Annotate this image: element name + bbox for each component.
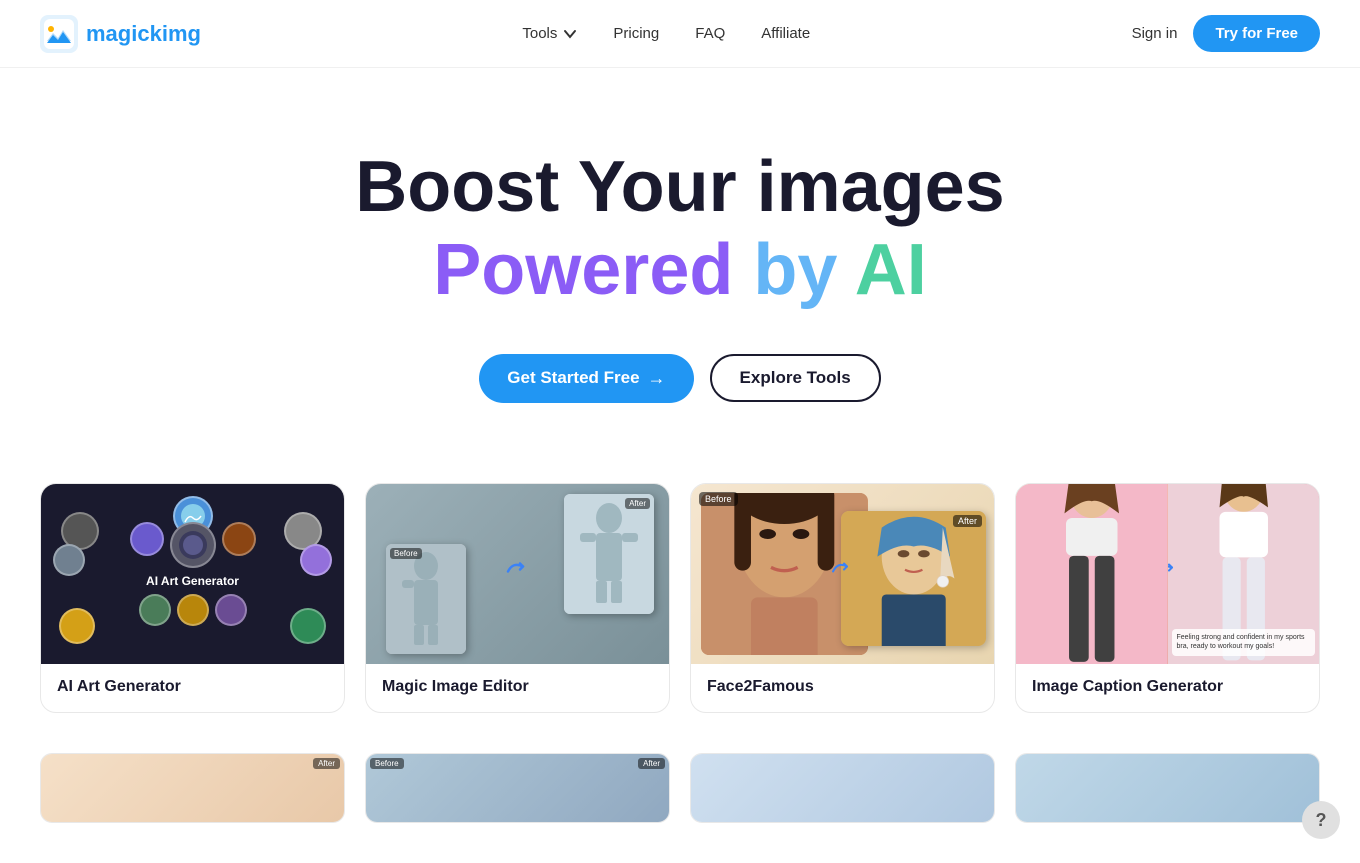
logo-text: magickimg bbox=[86, 21, 201, 47]
tool-card-caption-label: Image Caption Generator bbox=[1016, 664, 1319, 712]
bottom-card-2[interactable]: Before After bbox=[365, 753, 670, 823]
explore-tools-button[interactable]: Explore Tools bbox=[710, 354, 881, 402]
get-started-button[interactable]: Get Started Free → bbox=[479, 354, 693, 403]
hero-powered: Powered bbox=[433, 230, 733, 310]
tool-card-caption-image: Feeling strong and confident in my sport… bbox=[1016, 484, 1319, 664]
logo-icon bbox=[40, 15, 78, 53]
signin-button[interactable]: Sign in bbox=[1132, 25, 1178, 42]
hero-ai: AI bbox=[855, 230, 927, 310]
nav-actions: Sign in Try for Free bbox=[1132, 15, 1320, 52]
hero-title-line1: Boost Your images bbox=[20, 148, 1340, 227]
bottom-card-3[interactable] bbox=[690, 753, 995, 823]
tool-card-magic-editor-image: Before bbox=[366, 484, 669, 664]
tools-grid: AI Art Generator bbox=[0, 463, 1360, 753]
bottom-card-1[interactable]: After bbox=[40, 753, 345, 823]
logo[interactable]: magickimg bbox=[40, 15, 201, 53]
get-started-label: Get Started Free bbox=[507, 368, 639, 388]
help-button[interactable]: ? bbox=[1302, 801, 1340, 839]
tool-card-magic-editor-label: Magic Image Editor bbox=[366, 664, 669, 712]
tool-card-caption[interactable]: Feeling strong and confident in my sport… bbox=[1015, 483, 1320, 713]
navbar: magickimg Tools Pricing FAQ Affiliate Si… bbox=[0, 0, 1360, 68]
nav-pricing[interactable]: Pricing bbox=[613, 25, 659, 42]
nav-links: Tools Pricing FAQ Affiliate bbox=[522, 25, 810, 42]
tool-card-ai-art[interactable]: AI Art Generator bbox=[40, 483, 345, 713]
hero-by: by bbox=[753, 230, 837, 310]
nav-affiliate[interactable]: Affiliate bbox=[761, 25, 810, 42]
tool-card-magic-editor[interactable]: Before bbox=[365, 483, 670, 713]
tool-card-face2famous-label: Face2Famous bbox=[691, 664, 994, 712]
nav-tools-dropdown[interactable]: Tools bbox=[522, 25, 577, 42]
tool-card-ai-art-label: AI Art Generator bbox=[41, 664, 344, 712]
help-icon: ? bbox=[1316, 810, 1327, 831]
bottom-tools-row: After Before After bbox=[0, 753, 1360, 863]
tools-label: Tools bbox=[522, 25, 557, 42]
bottom-card-4[interactable] bbox=[1015, 753, 1320, 823]
nav-faq[interactable]: FAQ bbox=[695, 25, 725, 42]
hero-buttons: Get Started Free → Explore Tools bbox=[20, 354, 1340, 403]
tool-card-face2famous-image: Before bbox=[691, 484, 994, 664]
tool-card-face2famous[interactable]: Before bbox=[690, 483, 995, 713]
try-free-button[interactable]: Try for Free bbox=[1193, 15, 1320, 52]
hero-title-line2: Powered by AI bbox=[20, 227, 1340, 313]
chevron-down-icon bbox=[563, 27, 577, 41]
arrow-right-icon: → bbox=[648, 368, 666, 389]
hero-section: Boost Your images Powered by AI Get Star… bbox=[0, 68, 1360, 463]
tool-card-ai-art-image: AI Art Generator bbox=[41, 484, 344, 664]
